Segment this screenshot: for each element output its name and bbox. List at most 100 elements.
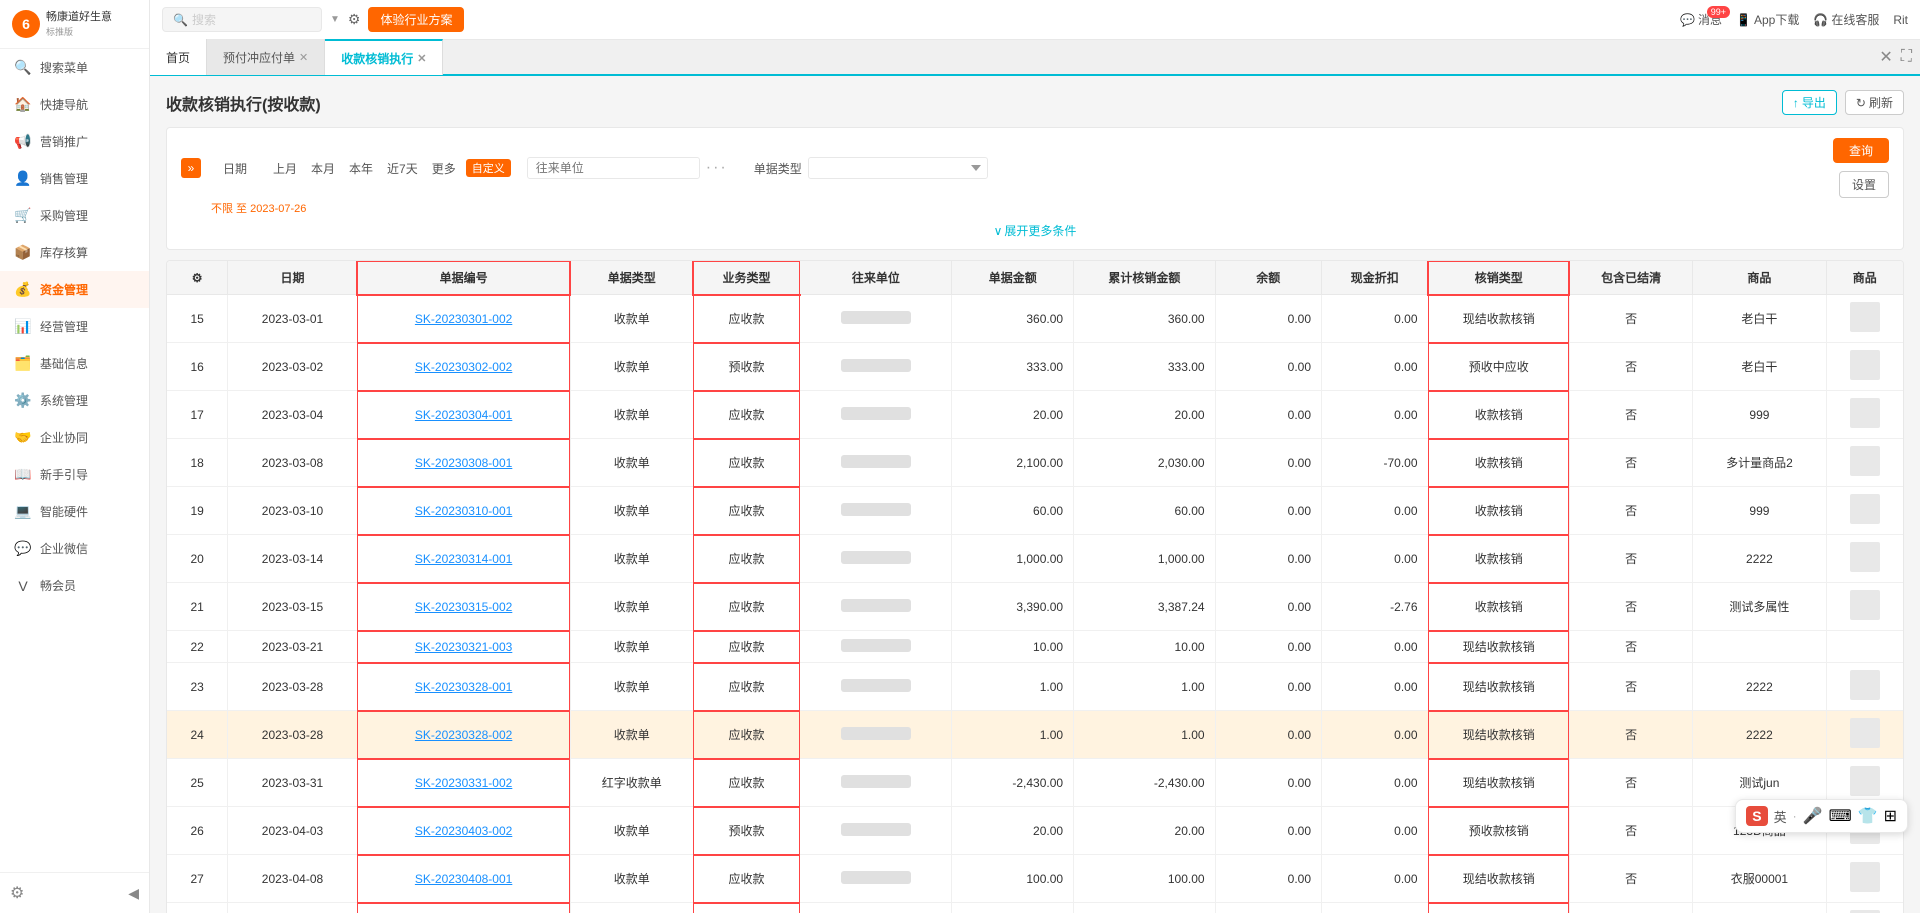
filter-right: 查询 设置 (1833, 138, 1889, 198)
doc-link[interactable]: SK-20230302-002 (415, 360, 512, 374)
shirt-icon[interactable]: 👕 (1858, 806, 1878, 826)
tab-payable[interactable]: 预付冲应付单 ✕ (207, 39, 325, 75)
td-docno[interactable]: SK-20230315-002 (357, 583, 570, 631)
date-7days[interactable]: 近7天 (383, 158, 422, 179)
sidebar-item-base[interactable]: 🗂️基础信息 (0, 345, 149, 382)
table-row[interactable]: 16 2023-03-02 SK-20230302-002 收款单 预收款 33… (167, 343, 1903, 391)
grid-icon[interactable]: ⊞ (1884, 806, 1897, 826)
td-docno[interactable]: SK-20230301-002 (357, 295, 570, 343)
tab-payable-close-icon[interactable]: ✕ (299, 51, 308, 64)
doc-link[interactable]: SK-20230403-002 (415, 824, 512, 838)
sidebar-item-finance[interactable]: 💰资金管理 (0, 271, 149, 308)
sidebar-item-sales[interactable]: 👤销售管理 (0, 160, 149, 197)
doc-link[interactable]: SK-20230315-002 (415, 600, 512, 614)
notice-button[interactable]: 💬 消息 99+ (1680, 11, 1722, 28)
sidebar-item-member[interactable]: V畅会员 (0, 567, 149, 604)
more-options-icon[interactable]: ··· (706, 159, 728, 177)
td-vertype: 收款核销 (1428, 391, 1569, 439)
td-docno[interactable]: SK-20230328-001 (357, 663, 570, 711)
table-row[interactable]: 21 2023-03-15 SK-20230315-002 收款单 应收款 3,… (167, 583, 1903, 631)
table-row[interactable]: 26 2023-04-03 SK-20230403-002 收款单 预收款 20… (167, 807, 1903, 855)
table-row[interactable]: 28 2023-04-18 SK-20230418-001 收款单 应收款 10… (167, 903, 1903, 913)
sidebar-item-wechat[interactable]: 💬企业微信 (0, 530, 149, 567)
td-docno[interactable]: SK-20230321-003 (357, 631, 570, 663)
table-row[interactable]: 20 2023-03-14 SK-20230314-001 收款单 应收款 1,… (167, 535, 1903, 583)
td-cumulative: 2,030.00 (1074, 439, 1215, 487)
td-docno[interactable]: SK-20230328-002 (357, 711, 570, 759)
sidebar-item-coop[interactable]: 🤝企业协同 (0, 419, 149, 456)
sidebar-item-inventory[interactable]: 📦库存核算 (0, 234, 149, 271)
filter-settings-button[interactable]: 设置 (1839, 171, 1889, 198)
table-row[interactable]: 24 2023-03-28 SK-20230328-002 收款单 应收款 1.… (167, 711, 1903, 759)
doc-link[interactable]: SK-20230308-001 (415, 456, 512, 470)
date-custom-button[interactable]: 自定义 (466, 159, 511, 177)
keyboard-icon[interactable]: ⌨ (1829, 806, 1852, 826)
industry-solution-button[interactable]: 体验行业方案 (368, 7, 464, 32)
sidebar-item-hardware[interactable]: 💻智能硬件 (0, 493, 149, 530)
sidebar-item-search[interactable]: 🔍搜索菜单 (0, 49, 149, 86)
date-last-month[interactable]: 上月 (269, 158, 301, 179)
td-vertype: 预收款核销 (1428, 807, 1569, 855)
partner-input[interactable] (527, 157, 700, 179)
sidebar-item-guide[interactable]: 📖新手引导 (0, 456, 149, 493)
doc-link[interactable]: SK-20230328-001 (415, 680, 512, 694)
tab-home[interactable]: 首页 (150, 39, 207, 75)
date-more[interactable]: 更多 (428, 158, 460, 179)
table-row[interactable]: 22 2023-03-21 SK-20230321-003 收款单 应收款 10… (167, 631, 1903, 663)
tab-current[interactable]: 收款核销执行 ✕ (325, 39, 443, 75)
topbar-search[interactable]: 🔍 搜索 (162, 7, 322, 32)
doc-link[interactable]: SK-20230321-003 (415, 640, 512, 654)
table-row[interactable]: 17 2023-03-04 SK-20230304-001 收款单 应收款 20… (167, 391, 1903, 439)
refresh-button[interactable]: ↻ 刷新 (1845, 90, 1904, 115)
table-row[interactable]: 15 2023-03-01 SK-20230301-002 收款单 应收款 36… (167, 295, 1903, 343)
sidebar-item-marketing[interactable]: 📢营销推广 (0, 123, 149, 160)
th-config[interactable]: ⚙ (167, 261, 228, 295)
settings-icon[interactable]: ⚙ (10, 883, 24, 903)
close-window-icon[interactable]: ✕ (1879, 47, 1892, 67)
td-docno[interactable]: SK-20230403-002 (357, 807, 570, 855)
doc-link[interactable]: SK-20230408-001 (415, 872, 512, 886)
online-service-button[interactable]: 🎧 在线客服 (1813, 11, 1879, 28)
date-this-month[interactable]: 本月 (307, 158, 339, 179)
sidebar-item-purchase[interactable]: 🛒采购管理 (0, 197, 149, 234)
doc-link[interactable]: SK-20230314-001 (415, 552, 512, 566)
doc-link[interactable]: SK-20230301-002 (415, 312, 512, 326)
td-docno[interactable]: SK-20230310-001 (357, 487, 570, 535)
table-row[interactable]: 25 2023-03-31 SK-20230331-002 红字收款单 应收款 … (167, 759, 1903, 807)
doc-link[interactable]: SK-20230328-002 (415, 728, 512, 742)
td-docno[interactable]: SK-20230304-001 (357, 391, 570, 439)
export-button[interactable]: ↑ 导出 (1782, 90, 1837, 115)
filter-expand-button[interactable]: » (181, 158, 201, 178)
sidebar-item-operation[interactable]: 📊经营管理 (0, 308, 149, 345)
td-docno[interactable]: SK-20230408-001 (357, 855, 570, 903)
doc-type-select[interactable] (808, 157, 988, 179)
td-docno[interactable]: SK-20230331-002 (357, 759, 570, 807)
gear-icon[interactable]: ⚙ (348, 11, 361, 28)
tab-current-close-icon[interactable]: ✕ (417, 52, 426, 65)
sidebar-item-shortcuts[interactable]: 🏠快捷导航 (0, 86, 149, 123)
td-docno[interactable]: SK-20230418-001 (357, 903, 570, 913)
dropdown-arrow-icon[interactable]: ▼ (330, 14, 340, 25)
input-method-label[interactable]: 英 (1774, 807, 1787, 826)
td-incl: 否 (1569, 295, 1692, 343)
doc-link[interactable]: SK-20230310-001 (415, 504, 512, 518)
marketing-icon: 📢 (14, 133, 32, 150)
expand-more-conditions[interactable]: ∨ 展开更多条件 (994, 222, 1077, 239)
query-button[interactable]: 查询 (1833, 138, 1889, 163)
mic-icon[interactable]: 🎤 (1803, 806, 1823, 826)
doc-link[interactable]: SK-20230304-001 (415, 408, 512, 422)
td-docno[interactable]: SK-20230308-001 (357, 439, 570, 487)
maximize-icon[interactable]: ⛶ (1901, 48, 1912, 66)
table-row[interactable]: 19 2023-03-10 SK-20230310-001 收款单 应收款 60… (167, 487, 1903, 535)
table-row[interactable]: 18 2023-03-08 SK-20230308-001 收款单 应收款 2,… (167, 439, 1903, 487)
doc-link[interactable]: SK-20230331-002 (415, 776, 512, 790)
date-this-year[interactable]: 本年 (345, 158, 377, 179)
collapse-icon[interactable]: ◀ (128, 885, 139, 902)
td-docno[interactable]: SK-20230302-002 (357, 343, 570, 391)
sidebar-item-system[interactable]: ⚙️系统管理 (0, 382, 149, 419)
td-docno[interactable]: SK-20230314-001 (357, 535, 570, 583)
table-row[interactable]: 27 2023-04-08 SK-20230408-001 收款单 应收款 10… (167, 855, 1903, 903)
app-download-button[interactable]: 📱 App下载 (1736, 11, 1799, 28)
td-goods: 2222 (1693, 535, 1826, 583)
table-row[interactable]: 23 2023-03-28 SK-20230328-001 收款单 应收款 1.… (167, 663, 1903, 711)
